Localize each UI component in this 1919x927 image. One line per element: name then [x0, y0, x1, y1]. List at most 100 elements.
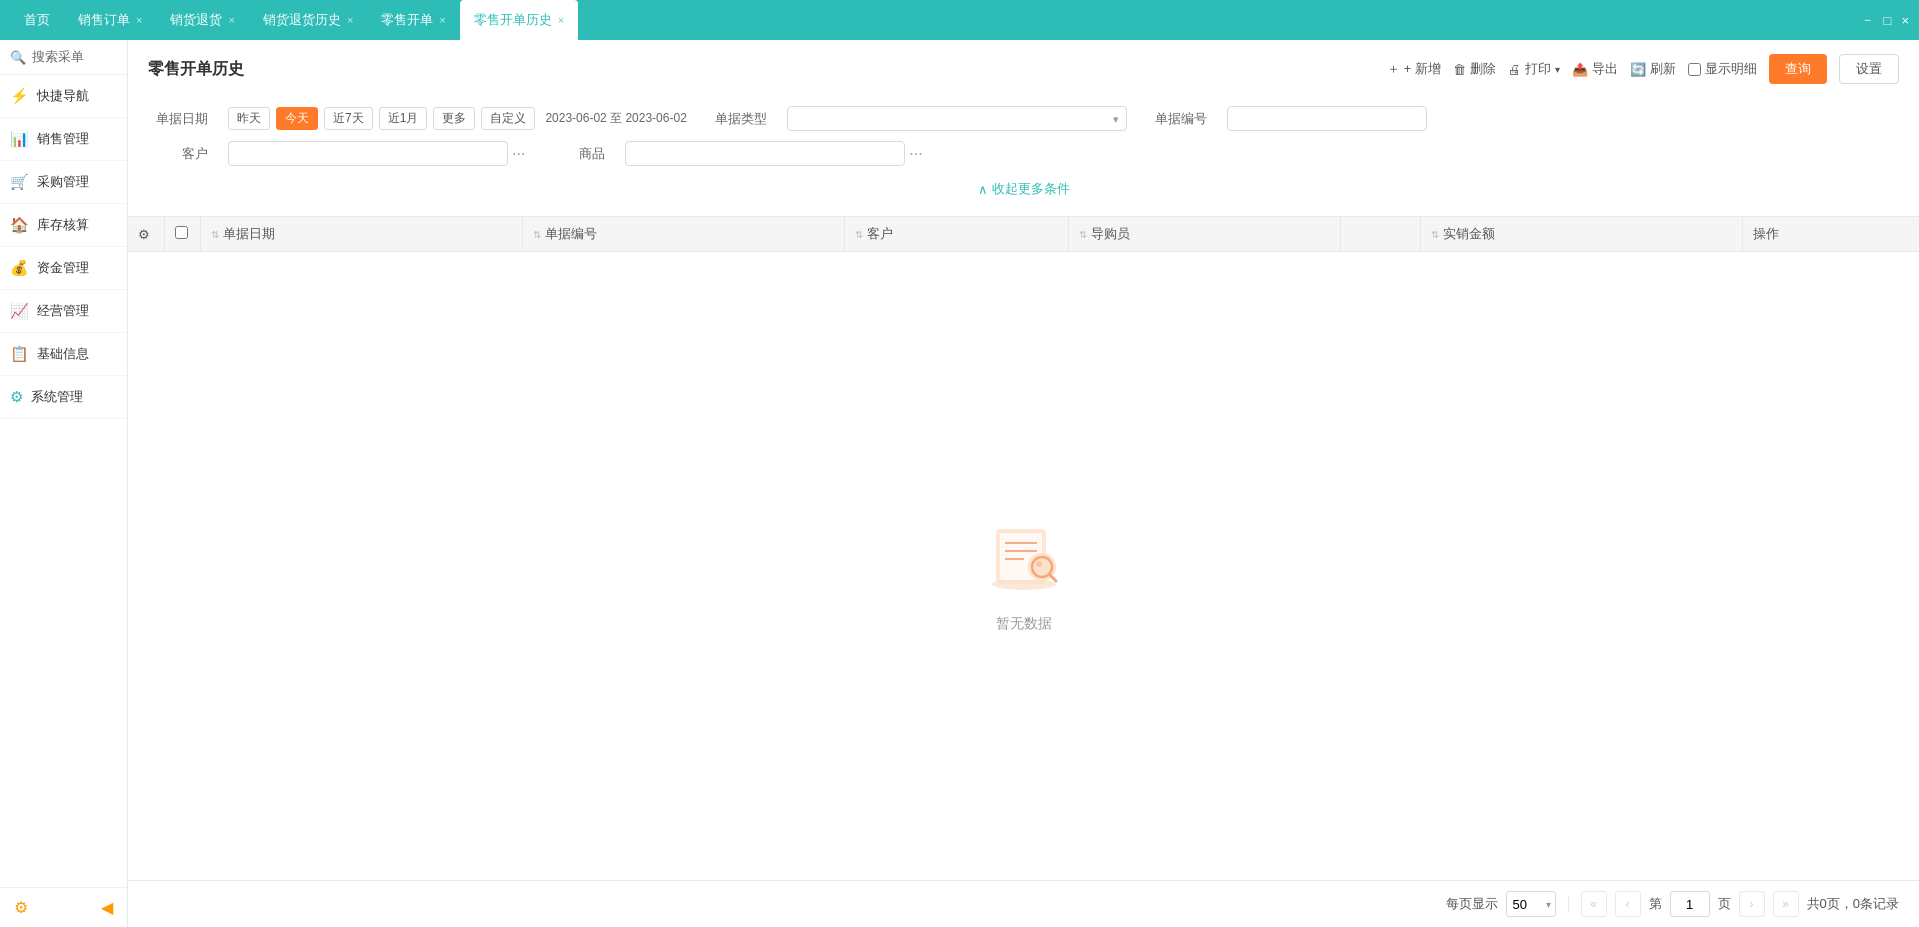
sidebar-search[interactable]: 🔍 搜索采单 — [0, 40, 127, 75]
sort-guide[interactable]: ⇅ 导购员 — [1079, 225, 1331, 243]
filter-row-2: 客户 ··· 商品 ··· — [148, 141, 1899, 166]
date-range-display: 2023-06-02 至 2023-06-02 — [545, 110, 686, 127]
bill-type-wrapper — [787, 106, 1127, 131]
page-title: 零售开单历史 — [148, 59, 244, 80]
page-size-select[interactable]: 50 10 20 100 — [1506, 891, 1556, 917]
prev-page-btn[interactable]: ‹ — [1615, 891, 1641, 917]
customer-input[interactable] — [228, 141, 508, 166]
sidebar-gear-icon[interactable]: ⚙ — [14, 898, 28, 917]
table-col-amount: ⇅ 实销金额 — [1421, 217, 1743, 252]
sort-icon-customer: ⇅ — [855, 229, 863, 240]
display-detail-checkbox[interactable]: 显示明细 — [1688, 60, 1757, 78]
content-area: 零售开单历史 ＋ + 新增 🗑 删除 🖨 打印 ▾ — [128, 40, 1919, 927]
customer-filter-label: 客户 — [148, 145, 208, 163]
sidebar-item-finance[interactable]: 💰 资金管理 — [0, 247, 127, 290]
last-page-btn[interactable]: » — [1773, 891, 1799, 917]
table-col-spacer — [1341, 217, 1421, 252]
delete-icon: 🗑 — [1453, 62, 1466, 77]
inventory-icon: 🏠 — [10, 216, 29, 234]
page-size-label: 每页显示 — [1446, 895, 1498, 913]
setting-button[interactable]: 设置 — [1839, 54, 1899, 84]
close-tab-retail-history[interactable]: × — [558, 14, 564, 26]
toolbar: ＋ + 新增 🗑 删除 🖨 打印 ▾ 📤 导出 — [1387, 54, 1899, 84]
close-tab-retail-open[interactable]: × — [439, 14, 445, 26]
export-icon: 📤 — [1572, 62, 1588, 77]
query-button[interactable]: 查询 — [1769, 54, 1827, 84]
sidebar-item-sales-mgmt[interactable]: 📊 销售管理 — [0, 118, 127, 161]
table-col-guide: ⇅ 导购员 — [1068, 217, 1341, 252]
goods-input[interactable] — [625, 141, 905, 166]
tab-retail-open[interactable]: 零售开单 × — [367, 0, 459, 40]
page-number-input[interactable] — [1670, 891, 1710, 917]
bill-no-input[interactable] — [1227, 106, 1427, 131]
table-col-settings: ⚙ — [128, 217, 164, 252]
sidebar-item-operations[interactable]: 📈 经营管理 — [0, 290, 127, 333]
pagination: 每页显示 50 10 20 100 « ‹ 第 页 › » 共0页，0条记录 — [128, 880, 1919, 927]
close-tab-sales-return[interactable]: × — [228, 14, 234, 26]
bill-no-label: 单据编号 — [1147, 110, 1207, 128]
bill-type-select[interactable] — [787, 106, 1127, 131]
customer-more-icon[interactable]: ··· — [512, 145, 525, 163]
close-tab-sales-return-history[interactable]: × — [347, 14, 353, 26]
window-max[interactable]: □ — [1884, 13, 1892, 28]
operations-icon: 📈 — [10, 302, 29, 320]
date-filter-label: 单据日期 — [148, 110, 208, 128]
window-close[interactable]: × — [1901, 13, 1909, 28]
sort-amount[interactable]: ⇅ 实销金额 — [1431, 225, 1732, 243]
filter-row-1: 单据日期 昨天 今天 近7天 近1月 更多 自定义 2023-06-02 至 2… — [148, 106, 1899, 131]
tab-sales-return-history[interactable]: 销货退货历史 × — [249, 0, 367, 40]
sort-icon-no: ⇅ — [533, 229, 541, 240]
date-btn-more[interactable]: 更多 — [433, 107, 475, 130]
window-min[interactable]: － — [1861, 11, 1874, 29]
export-button[interactable]: 📤 导出 — [1572, 60, 1618, 78]
main-layout: 🔍 搜索采单 ⚡ 快捷导航 📊 销售管理 🛒 采购管理 🏠 库存核算 💰 资金管… — [0, 40, 1919, 927]
sort-date[interactable]: ⇅ 单据日期 — [211, 225, 512, 243]
pagination-divider — [1568, 896, 1569, 912]
tab-retail-history[interactable]: 零售开单历史 × — [460, 0, 578, 40]
first-page-btn[interactable]: « — [1581, 891, 1607, 917]
date-filter-options: 昨天 今天 近7天 近1月 更多 自定义 2023-06-02 至 2023-0… — [228, 107, 687, 130]
table-container: ⚙ ⇅ 单据日期 — [128, 217, 1919, 927]
bill-type-label: 单据类型 — [707, 110, 767, 128]
quick-nav-icon: ⚡ — [10, 87, 29, 105]
add-button[interactable]: ＋ + 新增 — [1387, 60, 1441, 78]
page-title-row: 零售开单历史 ＋ + 新增 🗑 删除 🖨 打印 ▾ — [148, 54, 1899, 84]
date-btn-custom[interactable]: 自定义 — [481, 107, 535, 130]
table-col-action: 操作 — [1743, 217, 1919, 252]
date-btn-last7[interactable]: 近7天 — [324, 107, 373, 130]
total-info: 共0页，0条记录 — [1807, 895, 1899, 913]
tab-sales-return[interactable]: 销货退货 × — [156, 0, 248, 40]
goods-more-icon[interactable]: ··· — [909, 145, 922, 163]
filter-collapse-row[interactable]: ∧ 收起更多条件 — [148, 176, 1899, 206]
close-tab-sales-order[interactable]: × — [136, 14, 142, 26]
select-all-checkbox[interactable] — [175, 226, 188, 239]
sidebar-collapse-icon[interactable]: ◀ — [101, 898, 113, 917]
sort-no[interactable]: ⇅ 单据编号 — [533, 225, 834, 243]
next-page-btn[interactable]: › — [1739, 891, 1765, 917]
table-settings-icon[interactable]: ⚙ — [138, 227, 150, 242]
data-table: ⚙ ⇅ 单据日期 — [128, 217, 1919, 252]
refresh-button[interactable]: 🔄 刷新 — [1630, 60, 1676, 78]
sidebar-item-purchase-mgmt[interactable]: 🛒 采购管理 — [0, 161, 127, 204]
sidebar-item-quick-nav[interactable]: ⚡ 快捷导航 — [0, 75, 127, 118]
sidebar-item-sys-mgmt[interactable]: ⚙ 系统管理 — [0, 376, 127, 419]
date-btn-today[interactable]: 今天 — [276, 107, 318, 130]
top-bar: 首页 销售订单 × 销货退货 × 销货退货历史 × 零售开单 × 零售开单历史 … — [0, 0, 1919, 40]
tab-sales-order[interactable]: 销售订单 × — [64, 0, 156, 40]
tab-home[interactable]: 首页 — [10, 0, 64, 40]
table-col-date: ⇅ 单据日期 — [200, 217, 522, 252]
print-button[interactable]: 🖨 打印 ▾ — [1508, 60, 1560, 78]
sidebar-item-inventory[interactable]: 🏠 库存核算 — [0, 204, 127, 247]
table-col-no: ⇅ 单据编号 — [522, 217, 844, 252]
base-info-icon: 📋 — [10, 345, 29, 363]
sort-customer[interactable]: ⇅ 客户 — [855, 225, 1058, 243]
page-suffix-label: 页 — [1718, 895, 1731, 913]
print-icon: 🖨 — [1508, 62, 1521, 77]
display-checkbox[interactable] — [1688, 63, 1701, 76]
page-size-wrapper: 50 10 20 100 — [1506, 891, 1556, 917]
sort-icon-date: ⇅ — [211, 229, 219, 240]
delete-button[interactable]: 🗑 删除 — [1453, 60, 1496, 78]
sidebar-item-base-info[interactable]: 📋 基础信息 — [0, 333, 127, 376]
date-btn-yesterday[interactable]: 昨天 — [228, 107, 270, 130]
date-btn-last-month[interactable]: 近1月 — [379, 107, 428, 130]
